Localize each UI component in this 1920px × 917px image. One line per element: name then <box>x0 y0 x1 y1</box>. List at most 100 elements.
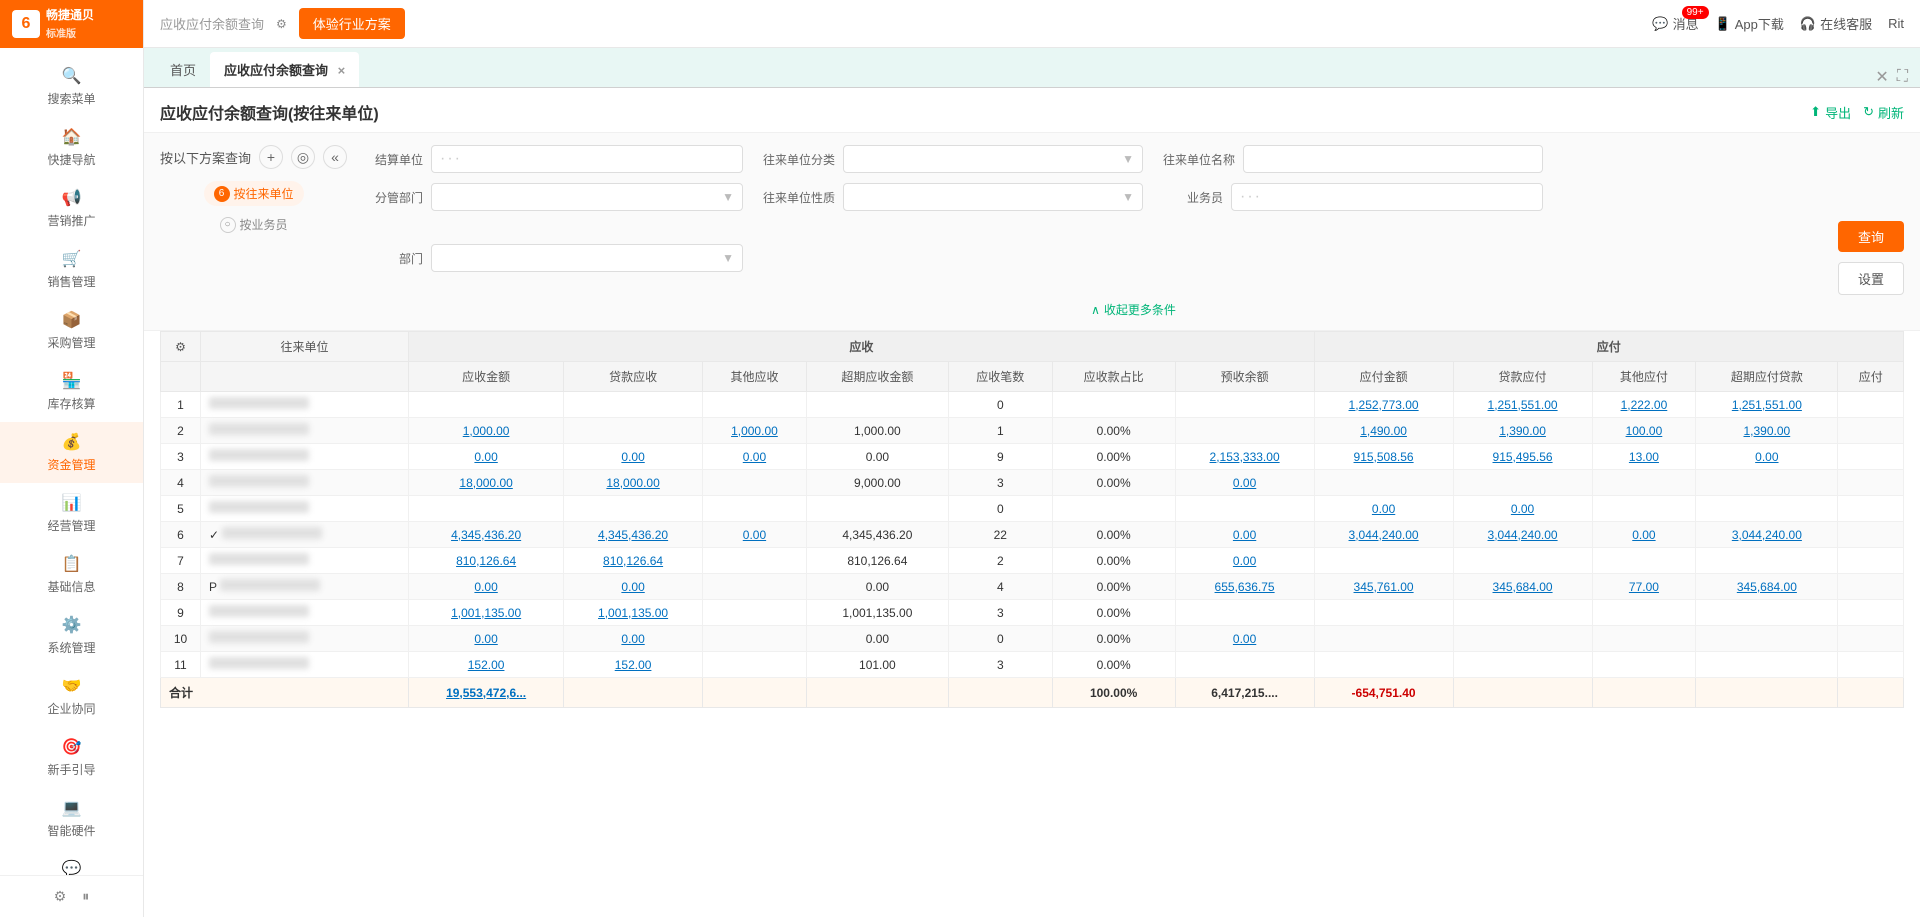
sidebar-item-label: 采购管理 <box>47 334 95 351</box>
sidebar-item-sales[interactable]: 🛒销售管理 <box>0 239 143 300</box>
th-payable-group: 应付 <box>1314 332 1903 362</box>
gear-icon[interactable]: ⚙ <box>272 13 291 35</box>
export-btn[interactable]: ⬆ 导出 <box>1810 103 1851 122</box>
th-seq <box>161 362 201 392</box>
guide-icon: 🎯 <box>62 737 82 757</box>
settlement-unit-input[interactable]: ··· <box>431 145 743 173</box>
refresh-btn[interactable]: ↻ 刷新 <box>1863 103 1904 122</box>
filter-collapse-btn[interactable]: « <box>323 145 347 169</box>
sidebar-item-label: 营销推广 <box>47 212 95 229</box>
dept-input[interactable]: ▼ <box>431 244 743 272</box>
top-bar-right: 💬 消息 99+ 📱 App下载 🎧 在线客服 Rit <box>1652 14 1904 33</box>
online-service-btn[interactable]: 🎧 在线客服 <box>1800 14 1872 33</box>
basic-icon: 📋 <box>62 554 82 574</box>
filter-row-1: 结算单位 ··· 往来单位分类 ▼ <box>363 145 1904 173</box>
table-body: 101,252,773.001,251,551.001,222.001,251,… <box>161 392 1904 678</box>
collapse-icon[interactable]: ⏸ <box>82 888 89 905</box>
sidebar-item-guide[interactable]: 🎯新手引导 <box>0 727 143 788</box>
collapse-btn[interactable]: ∧ 收起更多条件 <box>363 295 1904 318</box>
table-row: 500.000.00 <box>161 496 1904 522</box>
sidebar-item-marketing[interactable]: 📢营销推广 <box>0 178 143 239</box>
app-name: 畅捷通贝 <box>46 8 94 22</box>
unit-name-label: 往来单位名称 <box>1163 151 1235 168</box>
sidebar-item-label: 销售管理 <box>47 273 95 290</box>
industry-btn[interactable]: 体验行业方案 <box>299 8 405 39</box>
th-unit-group: 往来单位 <box>201 332 409 362</box>
dept-manager-label: 分管部门 <box>363 189 423 206</box>
sidebar-nav: 🔍搜索菜单 🏠 快捷导航 📢营销推广🛒销售管理📦采购管理🏪库存核算💰资金管理📊经营管理… <box>0 48 143 875</box>
settings-icon-table[interactable]: ⚙ <box>175 340 186 354</box>
sidebar-item-hardware[interactable]: 💻智能硬件 <box>0 788 143 849</box>
tab-home[interactable]: 首页 <box>156 52 210 87</box>
footer-empty-8 <box>1838 678 1904 708</box>
quicknav-icon: 🏠 <box>62 127 82 147</box>
sidebar-item-purchase[interactable]: 📦采购管理 <box>0 300 143 361</box>
setting-button[interactable]: 设置 <box>1838 262 1904 295</box>
sidebar-footer: ⚙ ⏸ <box>0 875 143 917</box>
sidebar-item-label: 快捷导航 <box>47 151 95 168</box>
app-logo: 6 畅捷通贝 标准版 <box>0 0 143 48</box>
message-btn[interactable]: 💬 消息 99+ <box>1652 14 1698 33</box>
sidebar-item-label: 智能硬件 <box>47 822 95 839</box>
query-button[interactable]: 查询 <box>1838 221 1904 252</box>
data-table-wrapper: ⚙ 往来单位 应收 应付 应收金额 贷款应收 其他应收 超期应收金额 应收笔数 <box>144 331 1920 917</box>
app-edition: 标准版 <box>46 25 94 40</box>
tab-ar-ap[interactable]: 应收应付余额查询 × <box>210 52 359 87</box>
dept-manager-input[interactable]: ▼ <box>431 183 743 211</box>
sidebar: 6 畅捷通贝 标准版 🔍搜索菜单 🏠 快捷导航 📢营销推广🛒销售管理📦采购管理🏪库存核… <box>0 0 144 917</box>
footer-empty-7 <box>1696 678 1838 708</box>
scheme-by-unit[interactable]: 6 按往来单位 <box>204 181 304 206</box>
tab-controls: ✕ ⛶ <box>1875 67 1908 87</box>
th-receivable-group: 应收 <box>409 332 1314 362</box>
sidebar-item-operations[interactable]: 📊经营管理 <box>0 483 143 544</box>
sidebar-item-basic[interactable]: 📋基础信息 <box>0 544 143 605</box>
collab-icon: 🤝 <box>62 676 82 696</box>
th-unit <box>201 362 409 392</box>
sidebar-item-search[interactable]: 🔍搜索菜单 <box>0 56 143 117</box>
download-icon: 📱 <box>1715 16 1731 32</box>
table-row: 100.000.000.0000.00%0.00 <box>161 626 1904 652</box>
tab-bar: 首页 应收应付余额查询 × ✕ ⛶ <box>144 48 1920 88</box>
system-icon: ⚙️ <box>62 615 82 635</box>
app-download-btn[interactable]: 📱 App下载 <box>1715 14 1784 33</box>
sidebar-item-system[interactable]: ⚙️ 系统管理 <box>0 605 143 666</box>
sidebar-item-label: 系统管理 <box>47 639 95 656</box>
footer-empty-4 <box>948 678 1052 708</box>
action-btn-group: 查询 设置 <box>1838 221 1904 295</box>
user-info[interactable]: Rit <box>1888 16 1904 31</box>
sidebar-item-collab[interactable]: 🤝企业协同 <box>0 666 143 727</box>
footer-empty-1 <box>564 678 703 708</box>
inventory-icon: 🏪 <box>62 371 82 391</box>
unit-nature-input[interactable]: ▼ <box>843 183 1143 211</box>
finance-icon: 💰 <box>62 432 82 452</box>
th-overdue-recv: 超期应收金额 <box>806 362 948 392</box>
page-header: 应收应付余额查询(按往来单位) ⬆ 导出 ↻ 刷新 <box>144 88 1920 133</box>
sidebar-item-wechat[interactable]: 💬企业微信 <box>0 849 143 875</box>
table-row: 101,252,773.001,251,551.001,222.001,251,… <box>161 392 1904 418</box>
unit-category-label: 往来单位分类 <box>763 151 835 168</box>
sidebar-item-finance[interactable]: 💰资金管理 <box>0 422 143 483</box>
sidebar-item-quicknav[interactable]: 🏠 快捷导航 <box>0 117 143 178</box>
salesman-input[interactable]: ··· <box>1231 183 1543 211</box>
filter-row-2: 分管部门 ▼ 往来单位性质 ▼ <box>363 183 1904 211</box>
sidebar-item-inventory[interactable]: 🏪库存核算 <box>0 361 143 422</box>
unit-name-input[interactable] <box>1243 145 1543 173</box>
expand-window-icon[interactable]: ⛶ <box>1897 68 1908 86</box>
close-window-icon[interactable]: ✕ <box>1875 67 1888 87</box>
table-row: 11152.00152.00101.0030.00% <box>161 652 1904 678</box>
page-title: 应收应付余额查询(按往来单位) <box>160 100 379 124</box>
settings-icon[interactable]: ⚙ <box>54 888 67 905</box>
main-content: 首页 应收应付余额查询 × ✕ ⛶ 应收应付余额查询(按往来单位) ⬆ 导出 ↻… <box>144 48 1920 917</box>
table-header-row: 应收金额 贷款应收 其他应收 超期应收金额 应收笔数 应收款占比 预收余额 应付… <box>161 362 1904 392</box>
tab-close-icon[interactable]: × <box>338 63 346 78</box>
filter-row-3: 部门 ▼ 查询 设置 <box>363 221 1904 295</box>
filter-add-btn[interactable]: + <box>259 145 283 169</box>
scheme-by-salesman[interactable]: ○ 按业务员 <box>210 212 298 237</box>
th-other-recv: 其他应收 <box>703 362 807 392</box>
filter-config-btn[interactable]: ◎ <box>291 145 315 169</box>
th-recv-amount: 应收金额 <box>409 362 564 392</box>
th-pay: 应付 <box>1838 362 1904 392</box>
unit-category-input[interactable]: ▼ <box>843 145 1143 173</box>
field-unit-nature: 往来单位性质 ▼ <box>763 183 1143 211</box>
field-settlement-unit: 结算单位 ··· <box>363 145 743 173</box>
